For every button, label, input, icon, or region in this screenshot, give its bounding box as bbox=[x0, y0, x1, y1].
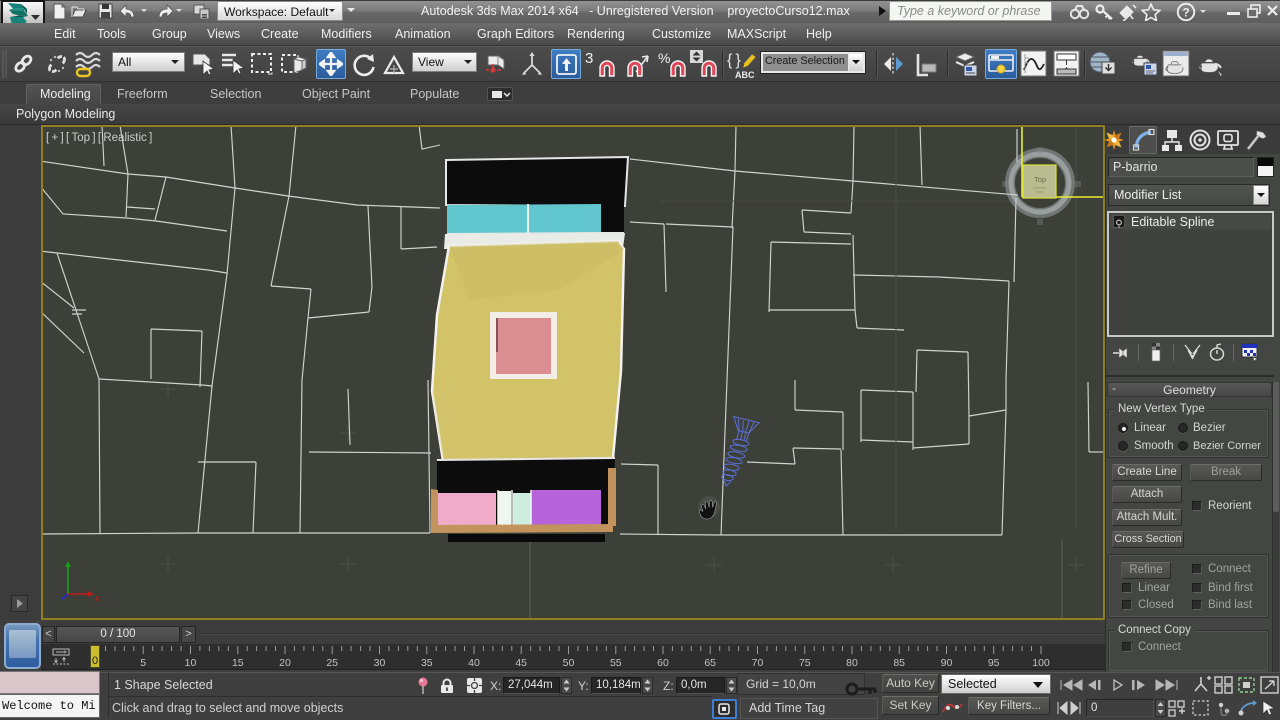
svg-text:85: 85 bbox=[893, 657, 905, 669]
svg-text:35: 35 bbox=[421, 657, 433, 669]
svg-text:75: 75 bbox=[799, 657, 811, 669]
svg-text:95: 95 bbox=[988, 657, 1000, 669]
svg-text:65: 65 bbox=[704, 657, 716, 669]
svg-text:Top: Top bbox=[1034, 175, 1046, 184]
svg-text:45: 45 bbox=[515, 657, 527, 669]
svg-text:x: x bbox=[95, 593, 100, 603]
svg-text:40: 40 bbox=[468, 657, 480, 669]
svg-text:10: 10 bbox=[185, 657, 197, 669]
svg-text:55: 55 bbox=[610, 657, 622, 669]
svg-text:ABC: ABC bbox=[735, 70, 755, 80]
svg-text:70: 70 bbox=[752, 657, 764, 669]
svg-text:15: 15 bbox=[232, 657, 244, 669]
svg-text:25: 25 bbox=[326, 657, 338, 669]
svg-text:?: ? bbox=[1182, 6, 1189, 20]
svg-text:100: 100 bbox=[1032, 657, 1050, 669]
svg-text:{ }: { } bbox=[727, 52, 742, 69]
svg-text:30: 30 bbox=[374, 657, 386, 669]
svg-text:60: 60 bbox=[657, 657, 669, 669]
svg-text:80: 80 bbox=[846, 657, 858, 669]
svg-text:50: 50 bbox=[563, 657, 575, 669]
svg-text:20: 20 bbox=[279, 657, 291, 669]
svg-text:90: 90 bbox=[941, 657, 953, 669]
svg-text:5: 5 bbox=[140, 657, 146, 669]
svg-text:[ + ] [ Top ] [ Realistic ]: [ + ] [ Top ] [ Realistic ] bbox=[46, 132, 152, 144]
